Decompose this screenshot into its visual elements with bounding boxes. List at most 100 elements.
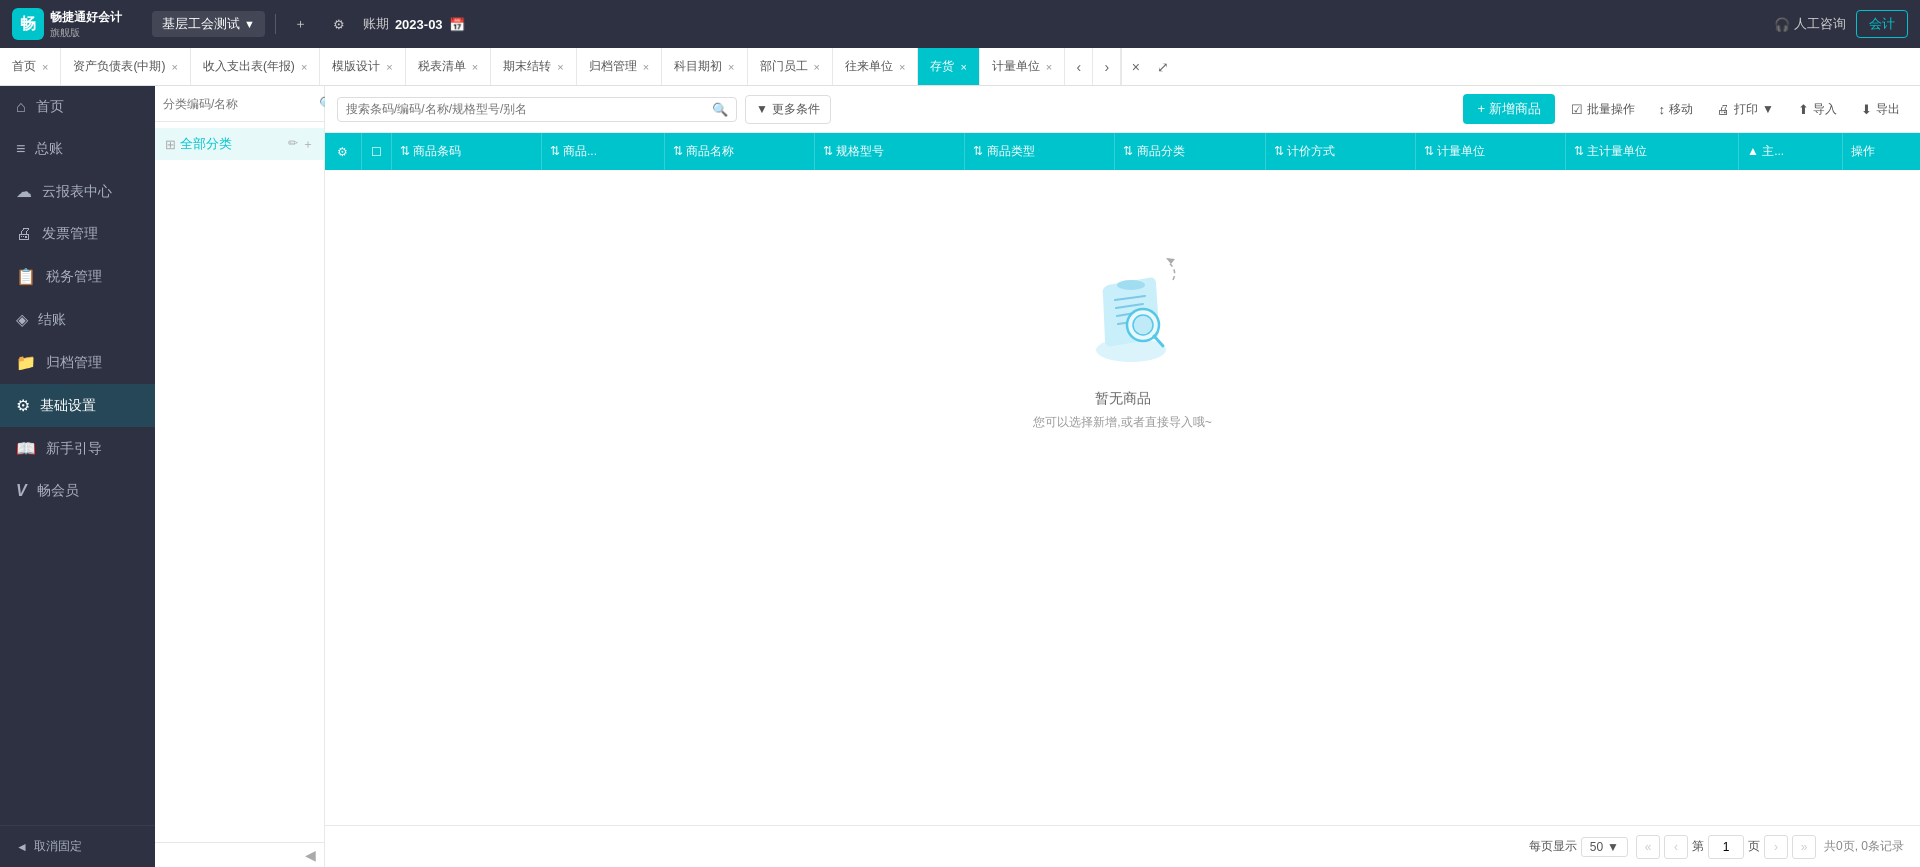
search-icon[interactable]: 🔍 [712,102,728,117]
page-first-button[interactable]: « [1636,835,1660,859]
sidebar-item-tax[interactable]: 📋 税务管理 [0,255,155,298]
batch-action-button[interactable]: ☑ 批量操作 [1563,97,1643,122]
tab-balance-close[interactable]: × [171,61,177,73]
th-main-unit[interactable]: ⇅ 主计量单位 [1565,133,1738,170]
th-type[interactable]: ⇅ 商品类型 [965,133,1115,170]
th-code[interactable]: ⇅ 商品... [541,133,664,170]
filter-label: 更多条件 [772,101,820,118]
tab-expand-button[interactable]: ⤢ [1149,48,1177,85]
tab-home-close[interactable]: × [42,61,48,73]
tab-balance[interactable]: 资产负债表(中期) × [61,48,190,85]
tab-prev-button[interactable]: ‹ [1065,48,1093,85]
tab-income-close[interactable]: × [301,61,307,73]
page-unit: 页 [1748,838,1760,855]
page-size-selector[interactable]: 50 ▼ [1581,837,1628,857]
th-price-method[interactable]: ⇅ 计价方式 [1265,133,1415,170]
calendar-icon[interactable]: 📅 [449,17,465,32]
sidebar-item-settings[interactable]: ⚙ 基础设置 [0,384,155,427]
tab-close-all-button[interactable]: × [1121,48,1149,85]
page-prev-button[interactable]: ‹ [1664,835,1688,859]
sidebar-item-ledger-label: 总账 [35,140,63,158]
grid-icon: ⊞ [165,137,176,152]
sidebar-item-archive[interactable]: 📁 归档管理 [0,341,155,384]
newbie-icon: 📖 [16,439,36,458]
add-tab-button[interactable]: ＋ [286,11,315,37]
import-action-button[interactable]: ⬆ 导入 [1790,97,1845,122]
move-action-button[interactable]: ↕ 移动 [1651,97,1702,122]
tab-dept[interactable]: 部门员工 × [748,48,833,85]
th-settings[interactable]: ⚙ [325,133,361,170]
tab-taxclear-close[interactable]: × [472,61,478,73]
sidebar-item-home[interactable]: ⌂ 首页 [0,86,155,128]
th-unit[interactable]: ⇅ 计量单位 [1415,133,1565,170]
tab-income[interactable]: 收入支出表(年报) × [191,48,320,85]
tab-next-button[interactable]: › [1093,48,1121,85]
tab-subject[interactable]: 科目期初 × [662,48,747,85]
tab-partner-close[interactable]: × [899,61,905,73]
tab-archive-label: 归档管理 [589,58,637,75]
sidebar-item-home-label: 首页 [36,98,64,116]
th-name[interactable]: ⇅ 商品名称 [664,133,814,170]
th-col3[interactable]: ▲ 主... [1738,133,1842,170]
th-barcode[interactable]: ⇅ 商品条码 [391,133,541,170]
sidebar-item-ledger[interactable]: ≡ 总账 [0,128,155,170]
logo-area: 畅 畅捷通好会计 旗舰版 [12,8,142,40]
tab-archive-close[interactable]: × [643,61,649,73]
page-next-button[interactable]: › [1764,835,1788,859]
svg-point-7 [1133,315,1153,335]
category-search-input[interactable] [163,97,313,111]
tab-partner[interactable]: 往来单位 × [833,48,918,85]
tab-taxclear[interactable]: 税表清单 × [406,48,491,85]
tab-template[interactable]: 模版设计 × [320,48,405,85]
tab-dept-close[interactable]: × [814,61,820,73]
category-all-item[interactable]: ⊞ 全部分类 ✏ ＋ [155,128,324,160]
tab-period-close[interactable]: × [557,61,563,73]
tab-unit-label: 计量单位 [992,58,1040,75]
page-nav: « ‹ 第 页 › » [1636,835,1816,859]
sidebar-item-reports[interactable]: ☁ 云报表中心 [0,170,155,213]
unpin-label: 取消固定 [34,838,82,855]
import-icon: ⬆ [1798,102,1809,117]
add-category-icon[interactable]: ＋ [302,136,314,153]
tab-period[interactable]: 期末结转 × [491,48,576,85]
account-button[interactable]: 会计 [1856,10,1908,38]
page-input[interactable] [1708,835,1744,859]
export-action-button[interactable]: ⬇ 导出 [1853,97,1908,122]
print-action-button[interactable]: 🖨 打印 ▼ [1709,97,1782,122]
sidebar-item-settle[interactable]: ◈ 结账 [0,298,155,341]
tab-inventory[interactable]: 存货 × [918,48,979,85]
company-selector[interactable]: 基层工会测试 ▼ [152,11,265,37]
print-dropdown-icon: ▼ [1762,102,1774,116]
add-product-button[interactable]: + 新增商品 [1463,94,1554,124]
tab-archive[interactable]: 归档管理 × [577,48,662,85]
add-product-label: + 新增商品 [1477,100,1540,118]
search-input[interactable] [346,102,706,116]
empty-title: 暂无商品 [1095,390,1151,408]
tab-unit[interactable]: 计量单位 × [980,48,1065,85]
consult-button[interactable]: 🎧 人工咨询 [1774,15,1846,33]
sidebar-item-member[interactable]: V 畅会员 [0,470,155,512]
page-size-area: 每页显示 50 ▼ [1529,837,1628,857]
sidebar-item-newbie[interactable]: 📖 新手引导 [0,427,155,470]
tab-template-close[interactable]: × [386,61,392,73]
tab-income-label: 收入支出表(年报) [203,58,295,75]
th-checkbox[interactable]: ☐ [361,133,391,170]
th-spec[interactable]: ⇅ 规格型号 [815,133,965,170]
filter-button[interactable]: ▼ 更多条件 [745,95,831,124]
product-table: ⚙ ☐ ⇅ 商品条码 ⇅ 商品... ⇅ 商品名称 [325,133,1920,170]
tab-subject-close[interactable]: × [728,61,734,73]
unpin-button[interactable]: ◄ 取消固定 [0,825,155,867]
settings-button[interactable]: ⚙ [325,13,353,36]
move-icon: ↕ [1659,102,1666,117]
page-last-button[interactable]: » [1792,835,1816,859]
edit-category-icon[interactable]: ✏ [288,136,298,153]
th-category[interactable]: ⇅ 商品分类 [1115,133,1265,170]
collapse-panel-icon[interactable]: ◀ [305,847,316,863]
th-price-sort: ⇅ [1274,144,1284,158]
headset-icon: 🎧 [1774,17,1790,32]
sidebar-item-archive-label: 归档管理 [46,354,102,372]
tab-inventory-close[interactable]: × [960,61,966,73]
sidebar-item-invoice[interactable]: 🖨 发票管理 [0,213,155,255]
tab-home[interactable]: 首页 × [0,48,61,85]
tab-unit-close[interactable]: × [1046,61,1052,73]
